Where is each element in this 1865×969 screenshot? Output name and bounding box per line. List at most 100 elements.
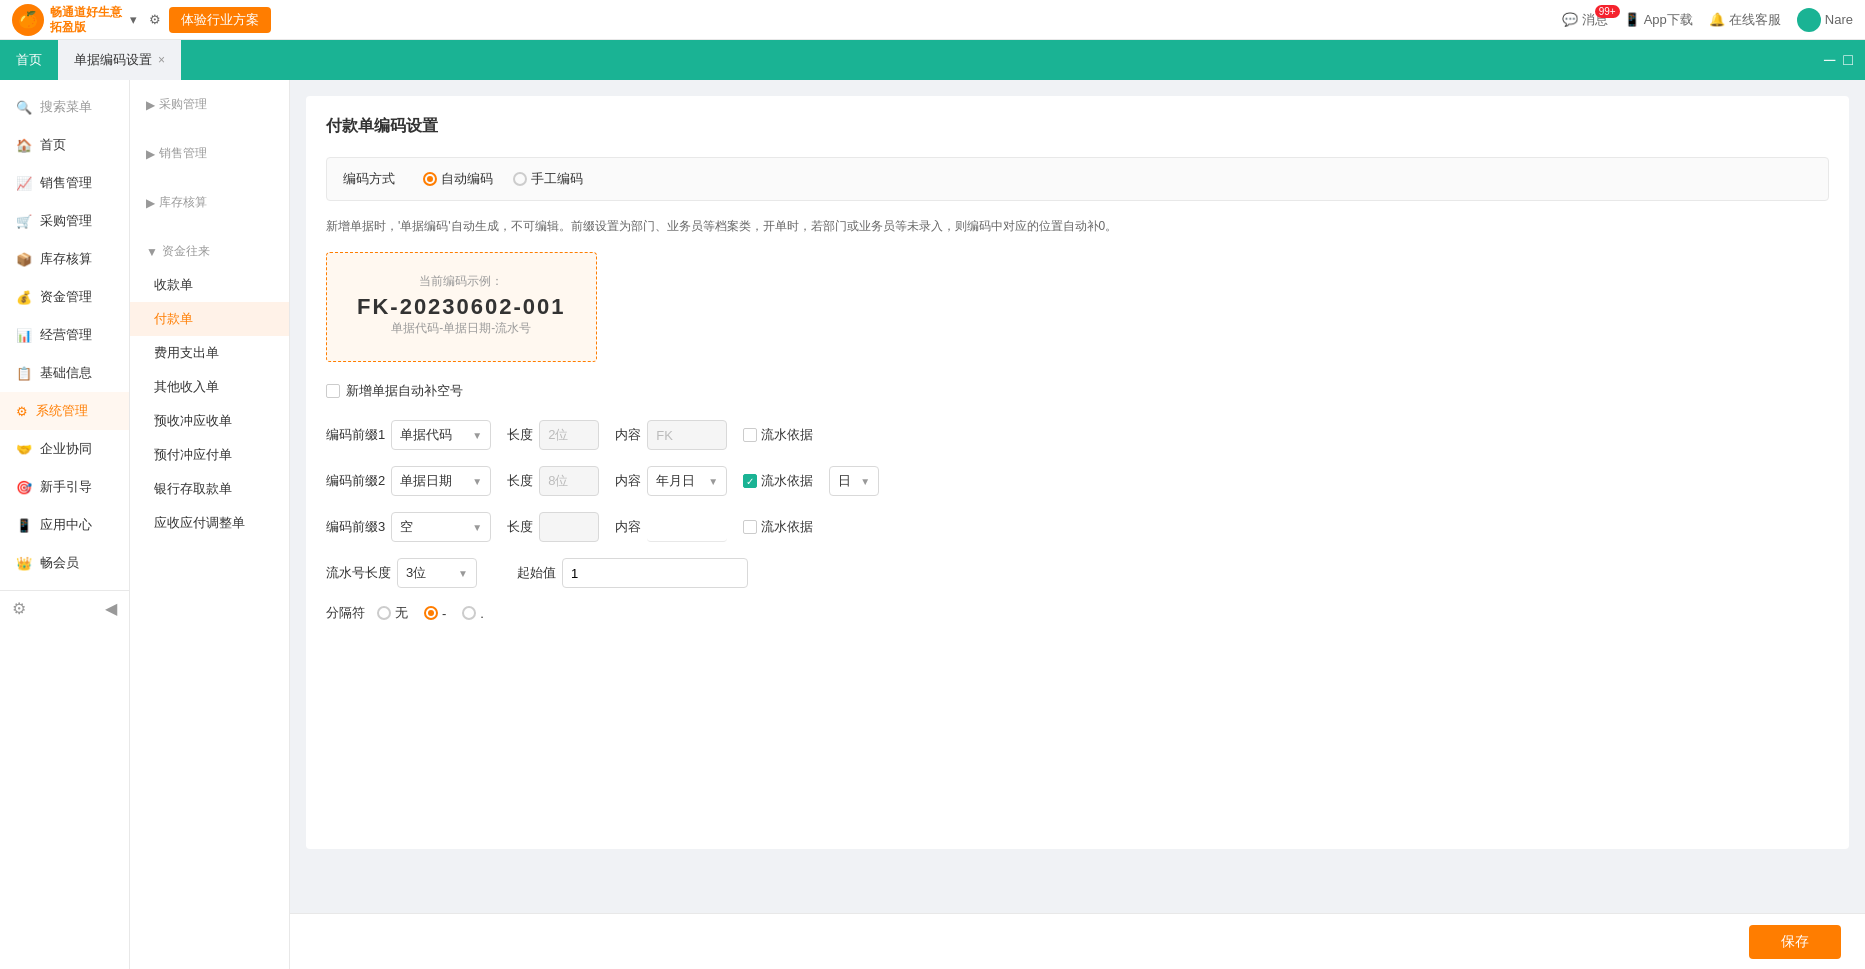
online-service[interactable]: 🔔 在线客服 bbox=[1709, 11, 1781, 29]
topbar-nav: ▾ ⚙ bbox=[130, 12, 161, 27]
trial-button[interactable]: 体验行业方案 bbox=[169, 7, 271, 33]
prefix1-stream-label: 流水依据 bbox=[761, 426, 813, 444]
auto-encoding-option[interactable]: 自动编码 bbox=[423, 170, 493, 188]
app-download[interactable]: 📱 App下载 bbox=[1624, 11, 1693, 29]
sales-arrow-icon: ▶ bbox=[146, 147, 155, 161]
separator-dash-radio[interactable] bbox=[424, 606, 438, 620]
sub-group-sales-title[interactable]: ▶ 销售管理 bbox=[130, 137, 289, 170]
sub-group-finance-title[interactable]: ▼ 资金往来 bbox=[130, 235, 289, 268]
sidebar-item-purchase[interactable]: 🛒 采购管理 bbox=[0, 202, 129, 240]
sidebar-item-cooperation[interactable]: 🤝 企业协同 bbox=[0, 430, 129, 468]
separator-none-radio[interactable] bbox=[377, 606, 391, 620]
separator-dot-radio[interactable] bbox=[462, 606, 476, 620]
message-icon: 💬 bbox=[1562, 12, 1578, 27]
maximize-button[interactable]: □ bbox=[1843, 51, 1853, 69]
minimize-button[interactable]: ─ bbox=[1824, 51, 1835, 69]
sub-item-other-income[interactable]: 其他收入单 bbox=[130, 370, 289, 404]
purchase-group-label: 采购管理 bbox=[159, 96, 207, 113]
sidebar-item-search[interactable]: 🔍 搜索菜单 bbox=[0, 88, 129, 126]
message-area[interactable]: 💬 消息 99+ bbox=[1562, 11, 1608, 29]
prefix2-stream-checkbox[interactable]: ✓ bbox=[743, 474, 757, 488]
sidebar-cooperation-label: 企业协同 bbox=[40, 440, 92, 458]
prefix3-length-input bbox=[539, 512, 599, 542]
sub-group-purchase-title[interactable]: ▶ 采购管理 bbox=[130, 88, 289, 121]
sidebar-item-app[interactable]: 📱 应用中心 bbox=[0, 506, 129, 544]
sub-group-inventory-title[interactable]: ▶ 库存核算 bbox=[130, 186, 289, 219]
tab-encoding-label: 单据编码设置 bbox=[74, 51, 152, 69]
sub-item-ar-ap-adjust[interactable]: 应收应付调整单 bbox=[130, 506, 289, 540]
nav-expand-icon[interactable]: ▾ bbox=[130, 12, 137, 27]
user-info[interactable]: Nare bbox=[1797, 8, 1853, 32]
prefix2-content-select[interactable]: 年月日 ▼ bbox=[647, 466, 727, 496]
sidebar-sales-label: 销售管理 bbox=[40, 174, 92, 192]
manual-encoding-option[interactable]: 手工编码 bbox=[513, 170, 583, 188]
prefix2-stream-area: ✓ 流水依据 bbox=[743, 472, 813, 490]
save-button[interactable]: 保存 bbox=[1749, 925, 1841, 959]
separator-none-option[interactable]: 无 bbox=[377, 604, 408, 622]
sidebar-settings-icon[interactable]: ⚙ bbox=[12, 599, 26, 618]
sidebar-item-sales[interactable]: 📈 销售管理 bbox=[0, 164, 129, 202]
sub-group-inventory: ▶ 库存核算 bbox=[130, 178, 289, 227]
sidebar-item-home[interactable]: 🏠 首页 bbox=[0, 126, 129, 164]
separator-dot-option[interactable]: . bbox=[462, 606, 484, 621]
auto-fill-checkbox[interactable] bbox=[326, 384, 340, 398]
sub-item-expense[interactable]: 费用支出单 bbox=[130, 336, 289, 370]
start-value-input[interactable] bbox=[562, 558, 748, 588]
inventory-arrow-icon: ▶ bbox=[146, 196, 155, 210]
sidebar-item-operation[interactable]: 📊 经营管理 bbox=[0, 316, 129, 354]
prefix1-length-area: 长度 2位 bbox=[507, 420, 599, 450]
manual-encoding-radio[interactable] bbox=[513, 172, 527, 186]
settings-icon[interactable]: ⚙ bbox=[149, 12, 161, 27]
sidebar: 🔍 搜索菜单 🏠 首页 📈 销售管理 🛒 采购管理 📦 库存核算 💰 资 bbox=[0, 80, 130, 969]
prefix1-stream-checkbox[interactable] bbox=[743, 428, 757, 442]
preview-label: 当前编码示例： bbox=[357, 273, 566, 290]
tab-home[interactable]: 首页 bbox=[0, 40, 58, 80]
prefix2-content-chevron: ▼ bbox=[708, 476, 718, 487]
prefix2-stream-unit-select[interactable]: 日 ▼ bbox=[829, 466, 879, 496]
sidebar-collapse-icon[interactable]: ◀ bbox=[105, 599, 117, 618]
tab-close-icon[interactable]: × bbox=[158, 53, 165, 67]
purchase-arrow-icon: ▶ bbox=[146, 98, 155, 112]
sidebar-bottom: ⚙ ◀ bbox=[0, 590, 129, 626]
sub-item-bank-deposit[interactable]: 银行存取款单 bbox=[130, 472, 289, 506]
prefix1-select[interactable]: 单据代码 ▼ bbox=[391, 420, 491, 450]
separator-dash-option[interactable]: - bbox=[424, 606, 446, 621]
prefix2-select-value: 单据日期 bbox=[400, 472, 452, 490]
prefix2-length-value: 8位 bbox=[548, 472, 568, 490]
prefix3-select[interactable]: 空 ▼ bbox=[391, 512, 491, 542]
prefix2-stream-unit-value: 日 bbox=[838, 472, 851, 490]
sub-group-sales: ▶ 销售管理 bbox=[130, 129, 289, 178]
prefix3-label: 编码前缀3 bbox=[326, 518, 385, 536]
prefix3-stream-area: 流水依据 bbox=[743, 518, 813, 536]
stream-length-select[interactable]: 3位 ▼ bbox=[397, 558, 477, 588]
prefix2-select[interactable]: 单据日期 ▼ bbox=[391, 466, 491, 496]
logo-icon: 🍊 bbox=[12, 4, 44, 36]
auto-encoding-radio[interactable] bbox=[423, 172, 437, 186]
inventory-group-label: 库存核算 bbox=[159, 194, 207, 211]
auto-fill-label: 新增单据自动补空号 bbox=[346, 382, 463, 400]
sub-group-purchase: ▶ 采购管理 bbox=[130, 80, 289, 129]
stream-length-label: 流水号长度 bbox=[326, 564, 391, 582]
sub-item-receipt[interactable]: 收款单 bbox=[130, 268, 289, 302]
prefix1-label: 编码前缀1 bbox=[326, 426, 385, 444]
sub-item-prepay-payment[interactable]: 预付冲应付单 bbox=[130, 438, 289, 472]
prefix1-select-area: 编码前缀1 单据代码 ▼ bbox=[326, 420, 491, 450]
sub-item-payment[interactable]: 付款单 bbox=[130, 302, 289, 336]
sidebar-item-member[interactable]: 👑 畅会员 bbox=[0, 544, 129, 582]
guide-icon: 🎯 bbox=[16, 480, 32, 495]
sidebar-item-finance[interactable]: 💰 资金管理 bbox=[0, 278, 129, 316]
search-icon: 🔍 bbox=[16, 100, 32, 115]
prefix3-length-area: 长度 bbox=[507, 512, 599, 542]
encoding-label: 编码方式 bbox=[343, 170, 395, 188]
sub-sidebar: ▶ 采购管理 ▶ 销售管理 ▶ 库存核算 ▼ 资金往来 收款单 付款单 费用支出… bbox=[130, 80, 290, 969]
topbar-left: 🍊 畅通道好生意 拓盈版 ▾ ⚙ 体验行业方案 bbox=[12, 4, 271, 36]
prefix3-chevron: ▼ bbox=[472, 522, 482, 533]
sidebar-item-basic[interactable]: 📋 基础信息 bbox=[0, 354, 129, 392]
sidebar-item-guide[interactable]: 🎯 新手引导 bbox=[0, 468, 129, 506]
tab-encoding[interactable]: 单据编码设置 × bbox=[58, 40, 181, 80]
sidebar-item-system[interactable]: ⚙ 系统管理 bbox=[0, 392, 129, 430]
prefix3-content-area: 内容 bbox=[615, 512, 727, 542]
sidebar-item-inventory[interactable]: 📦 库存核算 bbox=[0, 240, 129, 278]
prefix3-stream-checkbox[interactable] bbox=[743, 520, 757, 534]
sub-item-prepay-receipt[interactable]: 预收冲应收单 bbox=[130, 404, 289, 438]
